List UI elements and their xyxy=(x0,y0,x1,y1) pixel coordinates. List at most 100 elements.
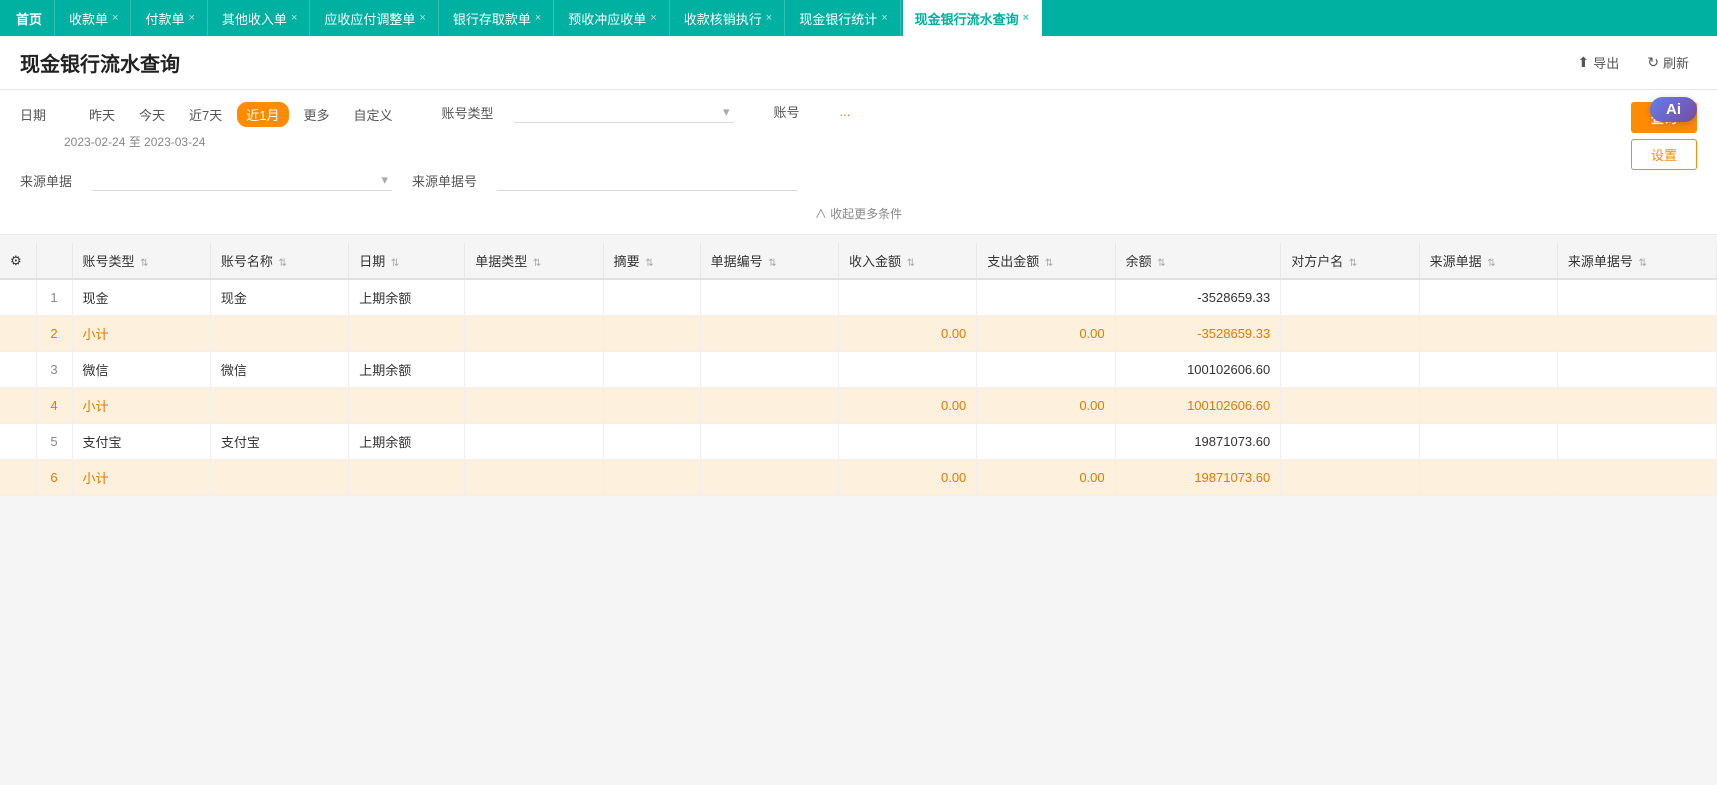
nav-tab-receipt[interactable]: 收款单 × xyxy=(57,0,131,36)
date-btn-7days[interactable]: 近7天 xyxy=(180,102,231,127)
col-account-type[interactable]: 账号类型 ⇅ xyxy=(72,243,210,279)
doc-num-cell xyxy=(700,424,838,460)
nav-tab-prepayment-close[interactable]: × xyxy=(650,12,656,24)
row-num-cell: 3 xyxy=(36,352,72,388)
date-btn-1month[interactable]: 近1月 xyxy=(237,102,288,127)
nav-tab-payment-label: 付款单 xyxy=(145,9,184,28)
source-doc-select[interactable]: ▾ xyxy=(92,170,392,191)
expense-cell: 0.00 xyxy=(977,316,1115,352)
gear-cell xyxy=(0,279,36,316)
col-account-name[interactable]: 账号名称 ⇅ xyxy=(210,243,348,279)
col-source-doc[interactable]: 来源单据 ⇅ xyxy=(1419,243,1557,279)
account-name-cell: 现金 xyxy=(210,279,348,316)
table-row[interactable]: 5支付宝支付宝上期余额19871073.60 xyxy=(0,424,1717,460)
account-name-cell: 支付宝 xyxy=(210,424,348,460)
export-label: 导出 xyxy=(1593,53,1619,72)
row-num-cell: 2 xyxy=(36,316,72,352)
nav-tab-receipt-label: 收款单 xyxy=(69,9,108,28)
nav-tab-payable-adjust-close[interactable]: × xyxy=(419,12,425,24)
settings-button[interactable]: 设置 xyxy=(1631,139,1697,170)
account-label: 账号 xyxy=(774,102,814,121)
table-row[interactable]: 2小计0.000.00-3528659.33 xyxy=(0,316,1717,352)
income-cell xyxy=(838,279,976,316)
col-counterpart[interactable]: 对方户名 ⇅ xyxy=(1281,243,1419,279)
source-doc-cell xyxy=(1419,279,1557,316)
sort-icon-counterpart: ⇅ xyxy=(1349,258,1357,269)
date-btn-yesterday[interactable]: 昨天 xyxy=(80,102,124,127)
sort-icon-account-type: ⇅ xyxy=(140,258,148,269)
col-date[interactable]: 日期 ⇅ xyxy=(349,243,465,279)
col-source-doc-num[interactable]: 来源单据号 ⇅ xyxy=(1557,243,1716,279)
table-row[interactable]: 6小计0.000.0019871073.60 xyxy=(0,460,1717,496)
account-name-cell xyxy=(210,460,348,496)
nav-tab-collection-exec-close[interactable]: × xyxy=(766,12,772,24)
refresh-button[interactable]: ↻ 刷新 xyxy=(1639,49,1697,76)
source-doc-cell xyxy=(1419,424,1557,460)
counterpart-cell xyxy=(1281,388,1419,424)
nav-tab-cash-bank-stat-close[interactable]: × xyxy=(881,12,887,24)
income-cell: 0.00 xyxy=(838,388,976,424)
nav-tab-other-income[interactable]: 其他收入单 × xyxy=(210,0,310,36)
date-btn-custom[interactable]: 自定义 xyxy=(345,102,402,127)
doc-type-cell xyxy=(465,460,603,496)
col-doc-num[interactable]: 单据编号 ⇅ xyxy=(700,243,838,279)
collapse-label: ∧ 收起更多条件 xyxy=(815,207,902,221)
table-container: ⚙ 账号类型 ⇅ 账号名称 ⇅ 日期 ⇅ 单据类型 ⇅ 摘要 ⇅ 单据编号 ⇅ … xyxy=(0,243,1717,496)
sort-icon-source-doc: ⇅ xyxy=(1487,258,1495,269)
nav-tab-cash-bank-flow[interactable]: 现金银行流水查询 × xyxy=(903,0,1042,36)
nav-tab-home-label: 首页 xyxy=(16,9,42,28)
nav-tab-bank-deposit[interactable]: 银行存取款单 × xyxy=(441,0,554,36)
page-header: 现金银行流水查询 ⬆ 导出 ↻ 刷新 xyxy=(0,36,1717,90)
date-cell xyxy=(349,316,465,352)
col-summary[interactable]: 摘要 ⇅ xyxy=(603,243,700,279)
nav-tab-cash-bank-stat[interactable]: 现金银行统计 × xyxy=(787,0,900,36)
date-btn-more[interactable]: 更多 xyxy=(295,102,339,127)
nav-tab-cash-bank-flow-close[interactable]: × xyxy=(1023,12,1029,24)
nav-tab-bank-deposit-label: 银行存取款单 xyxy=(453,9,531,28)
nav-tab-receipt-close[interactable]: × xyxy=(112,12,118,24)
table-row[interactable]: 3微信微信上期余额100102606.60 xyxy=(0,352,1717,388)
date-cell xyxy=(349,388,465,424)
account-more-btn[interactable]: ... xyxy=(834,102,857,121)
gear-cell xyxy=(0,424,36,460)
gear-icon[interactable]: ⚙ xyxy=(10,253,22,268)
nav-tab-collection-exec-label: 收款核销执行 xyxy=(684,9,762,28)
gear-cell xyxy=(0,388,36,424)
export-button[interactable]: ⬆ 导出 xyxy=(1570,49,1628,76)
source-doc-num-input[interactable] xyxy=(497,171,797,191)
source-doc-num-cell xyxy=(1557,460,1716,496)
summary-cell xyxy=(603,388,700,424)
nav-tab-payment-close[interactable]: × xyxy=(188,12,194,24)
nav-tab-collection-exec[interactable]: 收款核销执行 × xyxy=(672,0,785,36)
top-navigation: 首页 收款单 × 付款单 × 其他收入单 × 应收应付调整单 × 银行存取款单 … xyxy=(0,0,1717,36)
account-name-cell xyxy=(210,316,348,352)
gear-cell xyxy=(0,316,36,352)
col-balance[interactable]: 余额 ⇅ xyxy=(1115,243,1281,279)
account-name-cell: 微信 xyxy=(210,352,348,388)
col-income[interactable]: 收入金额 ⇅ xyxy=(838,243,976,279)
account-type-label: 账号类型 xyxy=(442,103,494,122)
nav-tab-bank-deposit-close[interactable]: × xyxy=(535,12,541,24)
ai-button[interactable]: Ai xyxy=(1650,97,1697,122)
source-doc-num-cell xyxy=(1557,424,1716,460)
ai-label: Ai xyxy=(1666,101,1681,118)
table-row[interactable]: 1现金现金上期余额-3528659.33 xyxy=(0,279,1717,316)
nav-tab-payable-adjust[interactable]: 应收应付调整单 × xyxy=(312,0,438,36)
nav-tab-home[interactable]: 首页 xyxy=(4,0,55,36)
summary-cell xyxy=(603,352,700,388)
gear-cell xyxy=(0,352,36,388)
counterpart-cell xyxy=(1281,316,1419,352)
table-row[interactable]: 4小计0.000.00100102606.60 xyxy=(0,388,1717,424)
collapse-bar[interactable]: ∧ 收起更多条件 xyxy=(20,201,1697,226)
gear-cell xyxy=(0,460,36,496)
nav-tab-other-income-close[interactable]: × xyxy=(291,12,297,24)
date-range-display: 2023-02-24 至 2023-03-24 xyxy=(64,135,205,149)
expense-cell xyxy=(977,352,1115,388)
table-header-row: ⚙ 账号类型 ⇅ 账号名称 ⇅ 日期 ⇅ 单据类型 ⇅ 摘要 ⇅ 单据编号 ⇅ … xyxy=(0,243,1717,279)
col-expense[interactable]: 支出金额 ⇅ xyxy=(977,243,1115,279)
col-doc-type[interactable]: 单据类型 ⇅ xyxy=(465,243,603,279)
date-btn-today[interactable]: 今天 xyxy=(130,102,174,127)
account-type-select[interactable]: ▾ xyxy=(514,102,734,123)
nav-tab-prepayment[interactable]: 预收冲应收单 × xyxy=(556,0,669,36)
nav-tab-payment[interactable]: 付款单 × xyxy=(133,0,207,36)
